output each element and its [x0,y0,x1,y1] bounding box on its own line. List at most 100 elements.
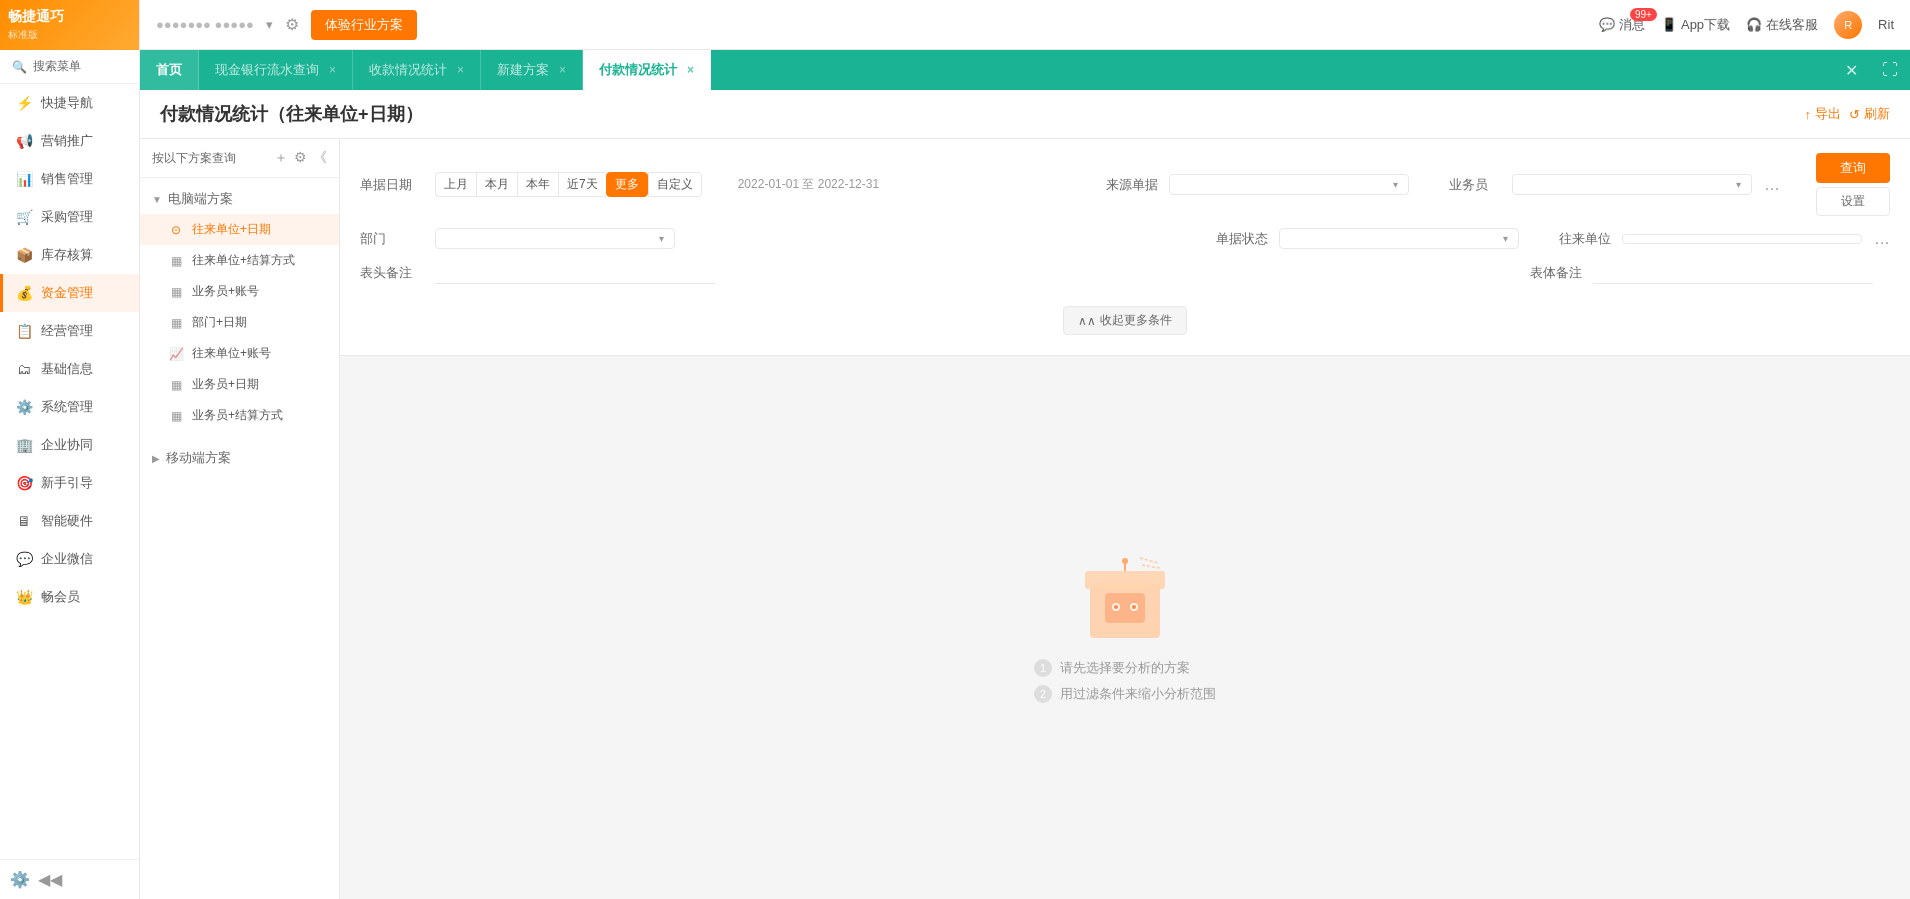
sidebar-item-hardware[interactable]: 🖥 智能硬件 [0,502,139,540]
sidebar-item-operation[interactable]: 📋 经营管理 [0,312,139,350]
close-all-tabs-button[interactable]: ✕ [1833,50,1870,90]
content-area: 按以下方案查询 ＋ ⚙ 《 ▼ 电脑端方案 ⊙ 往来单位+日期 [140,139,1910,899]
tab-receivable[interactable]: 收款情况统计 × [353,50,481,90]
settings-footer-icon[interactable]: ⚙️ [10,870,30,889]
mobile-section-collapse-icon: ▶ [152,453,160,464]
app-download-button[interactable]: 📱 App下载 [1661,16,1730,34]
inventory-icon: 📦 [15,246,33,264]
export-button[interactable]: ↑ 导出 [1805,105,1842,123]
scheme-icon-6: ▦ [168,408,184,424]
scheme-icon-5: ▦ [168,377,184,393]
scheme-item-5[interactable]: ▦ 业务员+日期 [140,369,339,400]
date-range-text: 2022-01-01 至 2022-12-31 [738,176,879,193]
sidebar-item-member[interactable]: 👑 畅会员 [0,578,139,616]
source-select[interactable]: ▾ [1169,174,1409,195]
dept-select[interactable]: ▾ [435,228,675,249]
member-icon: 👑 [15,588,33,606]
pc-scheme-section-header[interactable]: ▼ 电脑端方案 [140,184,339,214]
sidebar-item-inventory[interactable]: 📦 库存核算 [0,236,139,274]
sidebar-item-basic-info[interactable]: 🗂 基础信息 [0,350,139,388]
collapse-filter-button[interactable]: ∧∧ 收起更多条件 [1063,306,1187,335]
search-menu-label: 搜索菜单 [33,58,81,75]
topbar-right: 💬 消息 99+ 📱 App下载 🎧 在线客服 R Rit [1599,11,1894,39]
tab-payment-stat-label: 付款情况统计 [599,61,677,79]
sidebar-item-purchase[interactable]: 🛒 采购管理 [0,198,139,236]
page: 付款情况统计（往来单位+日期） ↑ 导出 ↺ 刷新 按以下方案查询 ＋ [140,90,1910,899]
sidebar-item-quick-nav[interactable]: ⚡ 快捷导航 [0,84,139,122]
sidebar-item-wechat[interactable]: 💬 企业微信 [0,540,139,578]
topbar-settings-icon[interactable]: ⚙ [285,15,299,34]
salesman-select[interactable]: ▾ [1512,174,1752,195]
pc-scheme-section: ▼ 电脑端方案 ⊙ 往来单位+日期 ▦ 往来单位+结算方式 ▦ 业务员+账号 [140,178,339,437]
doc-status-select[interactable]: ▾ [1279,228,1519,249]
date-more[interactable]: 更多 [606,172,648,197]
tab-new-scheme[interactable]: 新建方案 × [481,50,583,90]
query-button[interactable]: 查询 [1816,153,1890,183]
tip-num-1: 1 [1034,659,1052,677]
page-header: 付款情况统计（往来单位+日期） ↑ 导出 ↺ 刷新 [140,90,1910,139]
collapse-sidebar-icon[interactable]: ◀◀ [38,870,62,889]
messages-button[interactable]: 💬 消息 99+ [1599,16,1645,34]
tab-bank-flow-close[interactable]: × [329,63,336,77]
tab-home[interactable]: 首页 [140,50,199,90]
sidebar-item-system[interactable]: ⚙️ 系统管理 [0,388,139,426]
username-label[interactable]: Rit [1878,17,1894,32]
sidebar-item-capital[interactable]: 💰 资金管理 [0,274,139,312]
trial-button[interactable]: 体验行业方案 [311,10,417,40]
search-icon: 🔍 [12,60,27,74]
tab-new-scheme-close[interactable]: × [559,63,566,77]
refresh-button[interactable]: ↺ 刷新 [1849,105,1890,123]
filter-row-1: 单据日期 上月 本月 本年 近7天 更多 自定义 2022-01-01 至 20… [360,153,1890,216]
date-last-month[interactable]: 上月 [435,172,476,197]
avatar[interactable]: R [1834,11,1862,39]
body-note-input[interactable] [1593,261,1873,284]
date-this-year[interactable]: 本年 [517,172,558,197]
action-btn-group: 查询 设置 [1816,153,1890,216]
sidebar-item-enterprise[interactable]: 🏢 企业协同 [0,426,139,464]
date-this-month[interactable]: 本月 [476,172,517,197]
page-header-actions: ↑ 导出 ↺ 刷新 [1805,105,1891,123]
add-scheme-button[interactable]: ＋ [274,149,288,167]
left-panel-header: 按以下方案查询 ＋ ⚙ 《 [140,139,339,178]
date-custom[interactable]: 自定义 [648,172,702,197]
settings-button[interactable]: 设置 [1816,187,1890,216]
date-last-7-days[interactable]: 近7天 [558,172,606,197]
scheme-item-6[interactable]: ▦ 业务员+结算方式 [140,400,339,431]
topbar-dropdown-icon[interactable]: ▾ [266,17,273,32]
page-title: 付款情况统计（往来单位+日期） [160,102,423,126]
mobile-scheme-section-header[interactable]: ▶ 移动端方案 [140,443,339,473]
partner-more-icon[interactable]: … [1874,230,1890,248]
sidebar-item-label: 企业协同 [41,436,93,454]
svg-line-10 [1142,565,1160,568]
sidebar-footer: ⚙️ ◀◀ [0,859,139,899]
source-label: 来源单据 [1106,176,1161,194]
doc-status-arrow-icon: ▾ [1503,233,1508,244]
header-note-input[interactable] [435,261,715,284]
pc-section-collapse-icon: ▼ [152,194,162,205]
scheme-icon-0: ⊙ [168,222,184,238]
salesman-more-icon[interactable]: … [1764,176,1780,194]
partner-select[interactable] [1622,234,1862,244]
scheme-item-label-1: 往来单位+结算方式 [192,252,295,269]
sidebar-item-guide[interactable]: 🎯 新手引导 [0,464,139,502]
tab-payment-stat[interactable]: 付款情况统计 × [583,50,711,90]
scheme-item-3[interactable]: ▦ 部门+日期 [140,307,339,338]
scheme-item-1[interactable]: ▦ 往来单位+结算方式 [140,245,339,276]
scheme-icon-1: ▦ [168,253,184,269]
sidebar-item-marketing[interactable]: 📢 营销推广 [0,122,139,160]
tab-receivable-close[interactable]: × [457,63,464,77]
maximize-button[interactable]: ⛶ [1870,50,1910,90]
tab-bank-flow[interactable]: 现金银行流水查询 × [199,50,353,90]
scheme-item-0[interactable]: ⊙ 往来单位+日期 [140,214,339,245]
scheme-settings-button[interactable]: ⚙ [294,149,307,167]
tab-bank-flow-label: 现金银行流水查询 [215,61,319,79]
collapse-left-button[interactable]: 《 [313,149,327,167]
online-service-button[interactable]: 🎧 在线客服 [1746,16,1818,34]
sidebar-item-sales[interactable]: 📊 销售管理 [0,160,139,198]
search-menu-item[interactable]: 🔍 搜索菜单 [0,50,139,84]
scheme-item-2[interactable]: ▦ 业务员+账号 [140,276,339,307]
scheme-item-label-2: 业务员+账号 [192,283,259,300]
scheme-item-4[interactable]: 📈 往来单位+账号 [140,338,339,369]
capital-icon: 💰 [15,284,33,302]
tab-payment-stat-close[interactable]: × [687,63,694,77]
